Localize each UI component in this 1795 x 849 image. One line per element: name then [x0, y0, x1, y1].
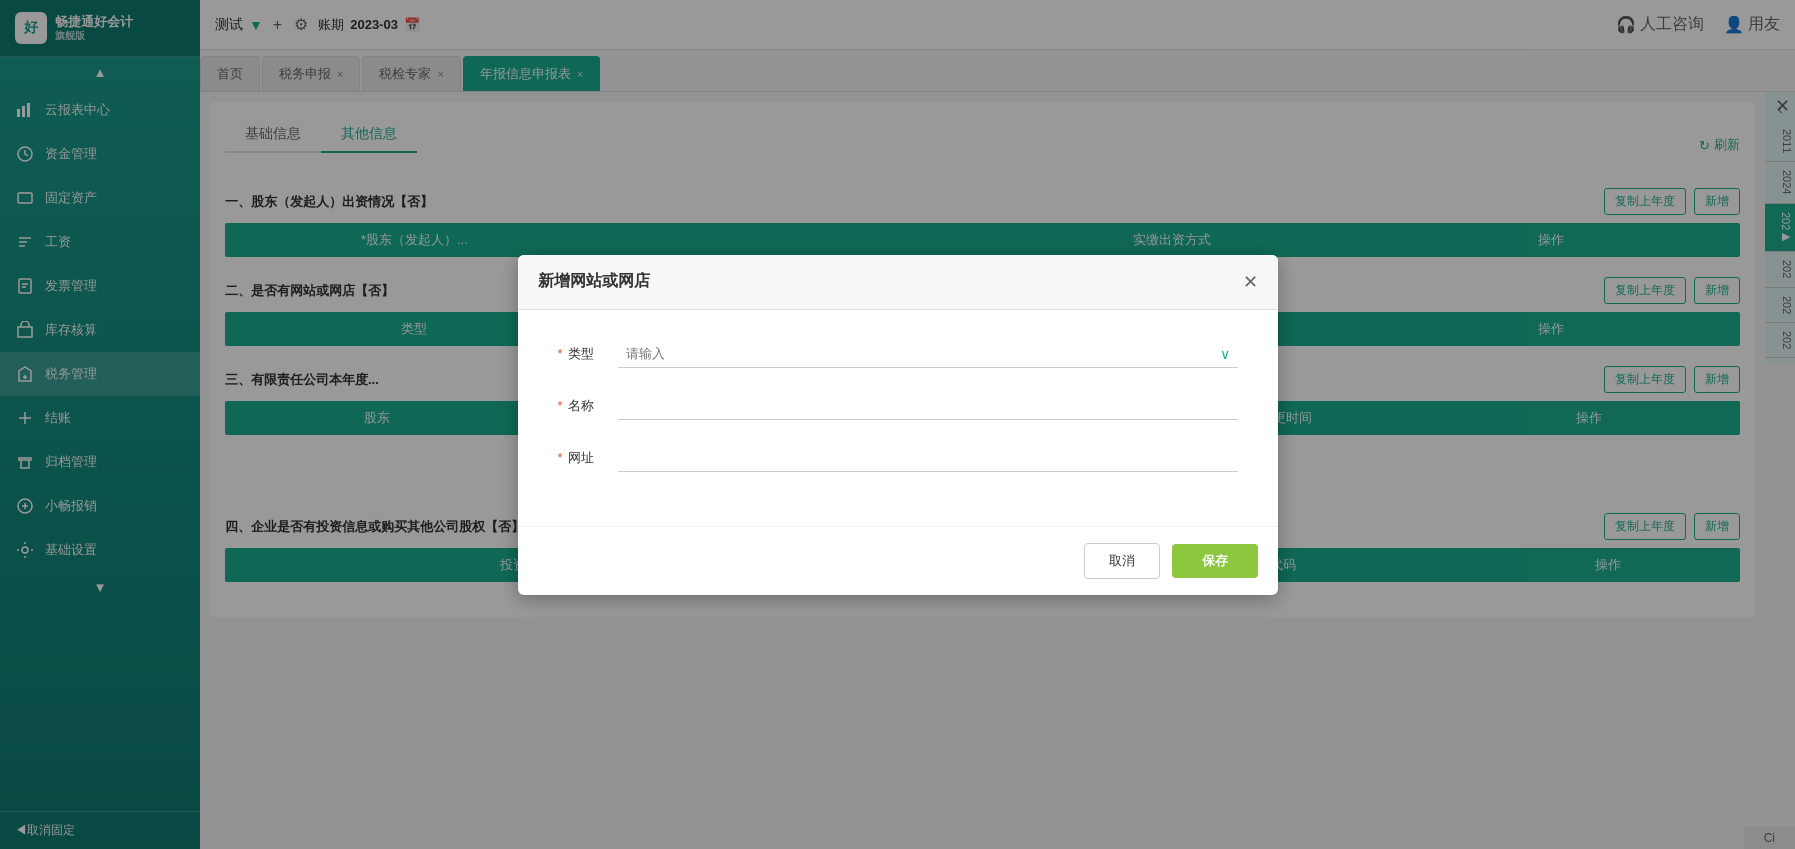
form-label-name: * 名称 [558, 397, 618, 415]
url-input-wrap [618, 444, 1238, 472]
form-row-name: * 名称 [558, 392, 1238, 420]
cancel-btn[interactable]: 取消 [1084, 543, 1160, 579]
modal-header: 新增网站或网店 ✕ [518, 255, 1278, 310]
form-row-type: * 类型 ∨ [558, 340, 1238, 368]
modal-add-website: 新增网站或网店 ✕ * 类型 ∨ * 名称 [518, 255, 1278, 595]
type-input-wrap: ∨ [618, 340, 1238, 368]
modal-overlay: 新增网站或网店 ✕ * 类型 ∨ * 名称 [0, 0, 1795, 849]
form-label-type: * 类型 [558, 345, 618, 363]
modal-close-btn[interactable]: ✕ [1243, 271, 1258, 293]
name-input[interactable] [618, 392, 1238, 420]
type-input[interactable] [618, 340, 1238, 368]
save-btn[interactable]: 保存 [1172, 544, 1258, 578]
modal-body: * 类型 ∨ * 名称 * [518, 310, 1278, 526]
form-label-url: * 网址 [558, 449, 618, 467]
url-input[interactable] [618, 444, 1238, 472]
form-row-url: * 网址 [558, 444, 1238, 472]
modal-title: 新增网站或网店 [538, 271, 650, 292]
name-input-wrap [618, 392, 1238, 420]
modal-footer: 取消 保存 [518, 526, 1278, 595]
